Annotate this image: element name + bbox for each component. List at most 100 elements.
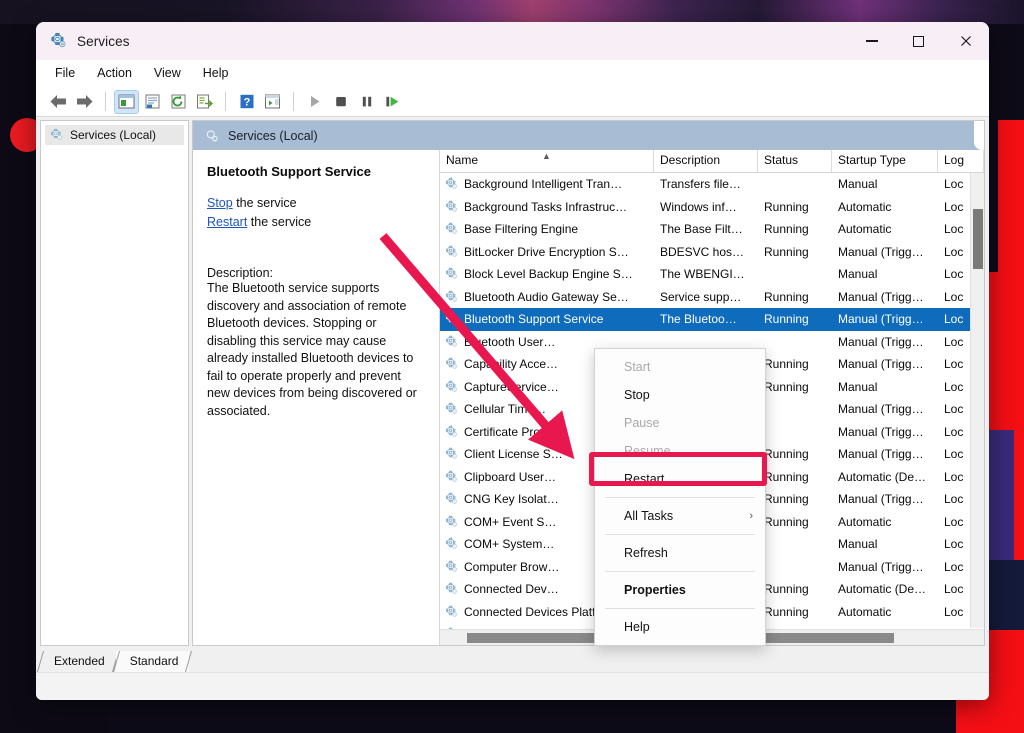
table-row[interactable]: Background Intelligent Tran… Transfers fi…: [440, 173, 984, 196]
cell-startup-type: Manual (Trigg…: [838, 402, 924, 417]
menu-action[interactable]: Action: [86, 62, 143, 84]
service-gear-icon: [445, 492, 457, 504]
menu-file[interactable]: File: [44, 62, 86, 84]
service-gear-icon: [445, 200, 457, 212]
context-menu-item-refresh[interactable]: Refresh: [595, 539, 765, 567]
context-menu-item-restart[interactable]: Restart: [595, 465, 765, 493]
wallpaper-top-band: [0, 0, 1024, 24]
column-header-startup[interactable]: Startup Type: [832, 150, 938, 172]
list-header-row: Name Description Status Startup Type Log…: [440, 150, 984, 173]
menu-bar: File Action View Help: [36, 60, 989, 87]
restart-service-link[interactable]: Restart: [207, 215, 247, 229]
show-hide-action-pane-button[interactable]: [260, 90, 285, 114]
cell-status: Running: [764, 199, 809, 214]
svg-text:?: ?: [243, 97, 250, 109]
table-row[interactable]: Base Filtering Engine The Base Filt… Runni…: [440, 218, 984, 241]
context-menu-item-help[interactable]: Help: [595, 613, 765, 641]
start-service-button[interactable]: [302, 90, 327, 114]
cell-status: Running: [764, 604, 809, 619]
cell-status: Running: [764, 492, 809, 507]
service-gear-icon: [445, 177, 457, 189]
service-gear-icon: [445, 290, 457, 302]
cell-name: Block Level Backup Engine S…: [440, 267, 654, 281]
service-details-panel: Bluetooth Support Service Stop the servi…: [193, 150, 440, 645]
service-gear-icon: [445, 245, 457, 257]
table-row[interactable]: Bluetooth Audio Gateway Se… Service supp……: [440, 286, 984, 309]
stop-service-suffix: the service: [232, 196, 297, 210]
context-menu: Start Stop Pause Resume Restart All Tasks › Ref…: [594, 348, 766, 646]
forward-button[interactable]: [72, 90, 97, 114]
service-gear-icon: [445, 402, 457, 414]
cell-status: Running: [764, 244, 809, 259]
play-icon: [310, 96, 319, 107]
help-button[interactable]: ?: [234, 90, 259, 114]
cell-status: Running: [764, 222, 809, 237]
service-gear-icon: [445, 470, 457, 482]
service-title: Bluetooth Support Service: [207, 164, 371, 179]
close-icon: [960, 36, 971, 46]
window-body: Services (Local) Services (Local) Blueto…: [36, 117, 989, 646]
toolbar-separator-2: [225, 92, 226, 111]
export-list-icon: [197, 94, 213, 109]
status-bar: [36, 672, 989, 700]
context-menu-item-stop[interactable]: Stop: [595, 381, 765, 409]
column-header-status[interactable]: Status: [758, 150, 832, 172]
table-row-selected[interactable]: Bluetooth Support Service The Bluetoo… Run…: [440, 308, 984, 331]
cell-startup-type: Manual (Trigg…: [838, 334, 924, 349]
table-row[interactable]: Block Level Backup Engine S… The WBENGI… M…: [440, 263, 984, 286]
refresh-button[interactable]: [166, 90, 191, 114]
sidebar-item-label: Services (Local): [70, 128, 157, 142]
cell-status: Running: [764, 379, 809, 394]
service-gear-icon: [445, 267, 457, 279]
window-controls: [848, 22, 989, 60]
service-gear-icon: [445, 425, 457, 437]
back-button[interactable]: [46, 90, 71, 114]
properties-button[interactable]: [140, 90, 165, 114]
window-titlebar[interactable]: Services: [36, 22, 989, 60]
pause-service-button[interactable]: [354, 90, 379, 114]
context-menu-item-properties[interactable]: Properties: [595, 576, 765, 604]
restart-service-button[interactable]: [380, 90, 405, 114]
pane-header: Services (Local): [193, 121, 984, 150]
menu-help[interactable]: Help: [192, 62, 240, 84]
sidebar-item-services-local[interactable]: Services (Local): [45, 125, 184, 145]
stop-square-icon: [335, 97, 346, 107]
cell-name: Bluetooth User…: [440, 335, 654, 349]
service-gear-icon: [445, 515, 457, 527]
context-menu-item-all-tasks[interactable]: All Tasks ›: [595, 502, 765, 530]
cell-description: Service supp…: [660, 289, 742, 304]
cell-startup-type: Manual (Trigg…: [838, 424, 924, 439]
table-row[interactable]: BitLocker Drive Encryption S… BDESVC hos……: [440, 241, 984, 264]
cell-status: Running: [764, 447, 809, 462]
cell-startup-type: Manual (Trigg…: [838, 447, 924, 462]
stop-service-button[interactable]: [328, 90, 353, 114]
close-button[interactable]: [942, 22, 989, 60]
cell-description: The Base Filt…: [660, 222, 743, 237]
tab-standard-label: Standard: [129, 654, 179, 668]
cell-status: Running: [764, 289, 809, 304]
pane-header-title: Services (Local): [228, 128, 318, 143]
column-header-description[interactable]: Description: [654, 150, 758, 172]
vertical-scrollbar-thumb[interactable]: [973, 209, 983, 269]
show-hide-console-tree-button[interactable]: [114, 89, 139, 114]
cell-startup-type: Manual (Trigg…: [838, 492, 924, 507]
minimize-button[interactable]: [848, 22, 895, 60]
stop-service-link[interactable]: Stop: [207, 196, 233, 210]
forward-arrow-icon: [77, 95, 93, 108]
toolbar-separator-3: [293, 92, 294, 111]
export-list-button[interactable]: [192, 90, 217, 114]
restart-service-suffix: the service: [247, 215, 312, 229]
vertical-scrollbar[interactable]: [970, 173, 984, 628]
column-header-logon[interactable]: Log: [938, 150, 984, 172]
maximize-button[interactable]: [895, 22, 942, 60]
service-gear-icon: [445, 537, 457, 549]
tab-standard[interactable]: Standard: [112, 651, 193, 672]
table-row[interactable]: Background Tasks Infrastruc… Windows inf……: [440, 196, 984, 219]
cell-name: Base Filtering Engine: [440, 222, 654, 236]
cell-name: Background Tasks Infrastruc…: [440, 200, 654, 214]
cell-startup-type: Manual (Trigg…: [838, 289, 924, 304]
cell-startup-type: Manual: [838, 537, 878, 552]
menu-view[interactable]: View: [143, 62, 192, 84]
tab-extended-label: Extended: [54, 654, 105, 668]
tab-extended[interactable]: Extended: [36, 651, 119, 672]
